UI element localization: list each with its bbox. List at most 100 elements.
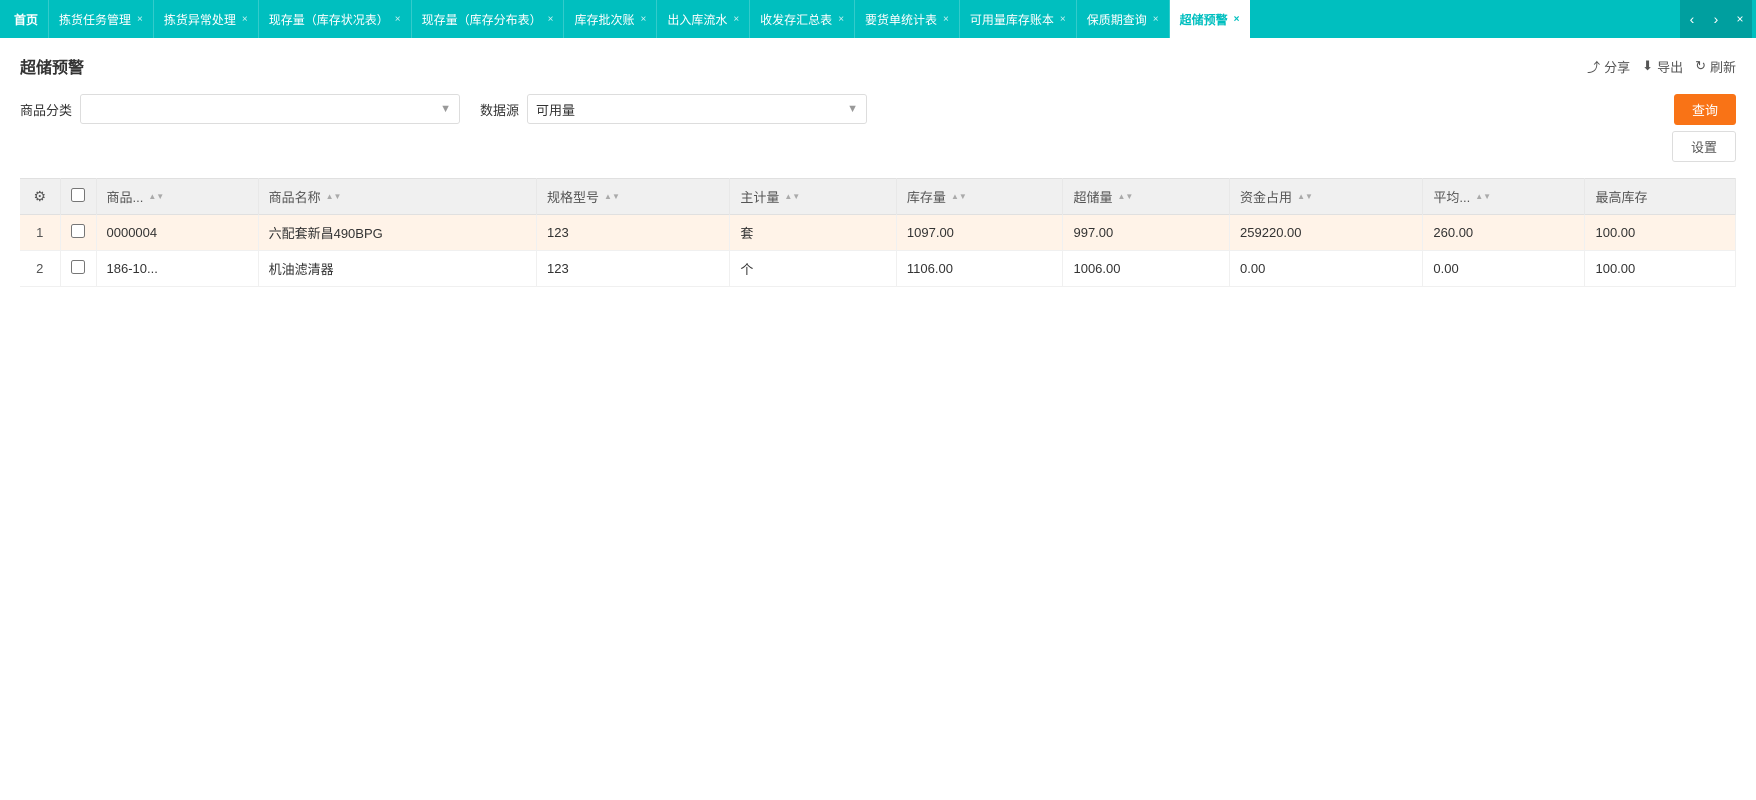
datasource-select-value: 可用量 (536, 100, 575, 119)
cell-product-name: 六配套新昌490BPG (258, 215, 536, 251)
sort-icon-overstock: ▲▼ (1118, 193, 1134, 201)
table-header-row: ⚙ 商品... ▲▼ 商品名称 ▲▼ (20, 179, 1736, 215)
cell-stock-qty: 1097.00 (896, 215, 1063, 251)
cell-max-stock: 100.00 (1585, 251, 1736, 287)
th-settings[interactable]: ⚙ (20, 179, 60, 215)
row-checkbox-cell (60, 251, 96, 287)
header-actions: ⤴ 分享 ⬇ 导出 ↻ 刷新 (1587, 57, 1736, 76)
cell-avg: 260.00 (1423, 215, 1585, 251)
nav-tab-stock-dist[interactable]: 现存量（库存分布表） × (412, 0, 565, 38)
export-link[interactable]: ⬇ 导出 (1642, 57, 1683, 76)
th-product-code[interactable]: 商品... ▲▼ (96, 179, 258, 215)
nav-tab-overstock[interactable]: 超储预警 × (1170, 0, 1251, 38)
refresh-label: 刷新 (1710, 57, 1736, 76)
nav-tab-order-stats-close[interactable]: × (943, 14, 949, 25)
refresh-link[interactable]: ↻ 刷新 (1695, 57, 1736, 76)
nav-tab-abnormal-close[interactable]: × (242, 14, 248, 25)
cell-stock-qty: 1106.00 (896, 251, 1063, 287)
nav-tab-batch-account-label: 库存批次账 (574, 11, 634, 28)
sort-icon-unit: ▲▼ (784, 193, 800, 201)
share-label: 分享 (1604, 57, 1630, 76)
nav-tab-home-label: 首页 (14, 11, 38, 28)
datasource-label: 数据源 (480, 100, 519, 119)
row-number: 2 (20, 251, 60, 287)
settings-button[interactable]: 设置 (1672, 131, 1736, 162)
nav-tab-order-stats[interactable]: 要货单统计表 × (855, 0, 960, 38)
category-dropdown-icon: ▼ (440, 103, 451, 115)
row-number: 1 (20, 215, 60, 251)
row-checkbox[interactable] (71, 224, 85, 238)
nav-tab-avail-account[interactable]: 可用量库存账本 × (960, 0, 1077, 38)
nav-tab-stock-status[interactable]: 现存量（库存状况表） × (259, 0, 412, 38)
nav-tab-abnormal[interactable]: 拣货异常处理 × (154, 0, 259, 38)
category-select[interactable]: ▼ (80, 94, 460, 124)
nav-tab-task-mgmt-label: 拣货任务管理 (59, 11, 131, 28)
page-title: 超储预警 (20, 54, 84, 78)
select-all-checkbox[interactable] (71, 188, 85, 202)
nav-tab-abnormal-label: 拣货异常处理 (164, 11, 236, 28)
sort-icon-avg: ▲▼ (1475, 193, 1491, 201)
th-avg[interactable]: 平均... ▲▼ (1423, 179, 1585, 215)
cell-unit: 个 (730, 251, 897, 287)
th-capital-used[interactable]: 资金占用 ▲▼ (1230, 179, 1423, 215)
nav-tab-batch-account-close[interactable]: × (640, 14, 646, 25)
nav-tab-order-stats-label: 要货单统计表 (865, 11, 937, 28)
export-icon: ⬇ (1642, 58, 1653, 74)
th-spec[interactable]: 规格型号 ▲▼ (537, 179, 730, 215)
nav-arrow-left[interactable]: ‹ (1680, 0, 1704, 38)
th-max-stock[interactable]: 最高库存 (1585, 179, 1736, 215)
nav-tab-stock-status-label: 现存量（库存状况表） (269, 11, 389, 28)
cell-unit: 套 (730, 215, 897, 251)
nav-tab-recv-send-close[interactable]: × (838, 14, 844, 25)
share-icon: ⤴ (1587, 57, 1600, 76)
category-filter: 商品分类 ▼ (20, 94, 460, 124)
nav-tab-inout-flow-close[interactable]: × (733, 14, 739, 25)
nav-tab-avail-account-label: 可用量库存账本 (970, 11, 1054, 28)
nav-tab-home[interactable]: 首页 (4, 0, 49, 38)
category-label: 商品分类 (20, 100, 72, 119)
nav-tab-overstock-close[interactable]: × (1234, 14, 1240, 25)
nav-arrows: ‹ › × (1680, 0, 1752, 38)
cell-capital-used: 259220.00 (1230, 215, 1423, 251)
nav-tab-inout-flow[interactable]: 出入库流水 × (657, 0, 750, 38)
gear-icon[interactable]: ⚙ (33, 188, 46, 204)
nav-arrow-close-all[interactable]: × (1728, 0, 1752, 38)
sort-icon-capital: ▲▼ (1297, 193, 1313, 201)
refresh-icon: ↻ (1695, 58, 1706, 74)
cell-product-code: 0000004 (96, 215, 258, 251)
share-link[interactable]: ⤴ 分享 (1587, 57, 1630, 76)
nav-tab-quality-check[interactable]: 保质期查询 × (1077, 0, 1170, 38)
cell-overstock-qty: 997.00 (1063, 215, 1230, 251)
nav-tab-batch-account[interactable]: 库存批次账 × (564, 0, 657, 38)
nav-tab-stock-dist-close[interactable]: × (548, 14, 554, 25)
datasource-filter: 数据源 可用量 ▼ (480, 94, 867, 124)
th-stock-qty[interactable]: 库存量 ▲▼ (896, 179, 1063, 215)
sort-icon-spec: ▲▼ (604, 193, 620, 201)
nav-tab-stock-status-close[interactable]: × (395, 14, 401, 25)
cell-overstock-qty: 1006.00 (1063, 251, 1230, 287)
th-product-name[interactable]: 商品名称 ▲▼ (258, 179, 536, 215)
table-row: 1 0000004 六配套新昌490BPG 123 套 1097.00 997.… (20, 215, 1736, 251)
th-overstock-qty[interactable]: 超储量 ▲▼ (1063, 179, 1230, 215)
nav-tab-inout-flow-label: 出入库流水 (667, 11, 727, 28)
data-table: ⚙ 商品... ▲▼ 商品名称 ▲▼ (20, 178, 1736, 287)
page-content: 超储预警 ⤴ 分享 ⬇ 导出 ↻ 刷新 商品分类 ▼ (0, 38, 1756, 800)
nav-tab-quality-check-close[interactable]: × (1153, 14, 1159, 25)
nav-tab-overstock-label: 超储预警 (1180, 11, 1228, 28)
table-row: 2 186-10... 机油滤清器 123 个 1106.00 1006.00 … (20, 251, 1736, 287)
nav-tab-avail-account-close[interactable]: × (1060, 14, 1066, 25)
row-checkbox-cell (60, 215, 96, 251)
nav-arrow-right[interactable]: › (1704, 0, 1728, 38)
nav-tab-recv-send[interactable]: 收发存汇总表 × (750, 0, 855, 38)
datasource-select[interactable]: 可用量 ▼ (527, 94, 867, 124)
datasource-dropdown-icon: ▼ (847, 103, 858, 115)
nav-tab-task-mgmt-close[interactable]: × (137, 14, 143, 25)
nav-tab-recv-send-label: 收发存汇总表 (760, 11, 832, 28)
page-header: 超储预警 ⤴ 分享 ⬇ 导出 ↻ 刷新 (20, 54, 1736, 78)
cell-product-name: 机油滤清器 (258, 251, 536, 287)
nav-tab-task-mgmt[interactable]: 拣货任务管理 × (49, 0, 154, 38)
row-checkbox[interactable] (71, 260, 85, 274)
cell-spec: 123 (537, 251, 730, 287)
th-unit[interactable]: 主计量 ▲▼ (730, 179, 897, 215)
query-button[interactable]: 查询 (1674, 94, 1736, 125)
